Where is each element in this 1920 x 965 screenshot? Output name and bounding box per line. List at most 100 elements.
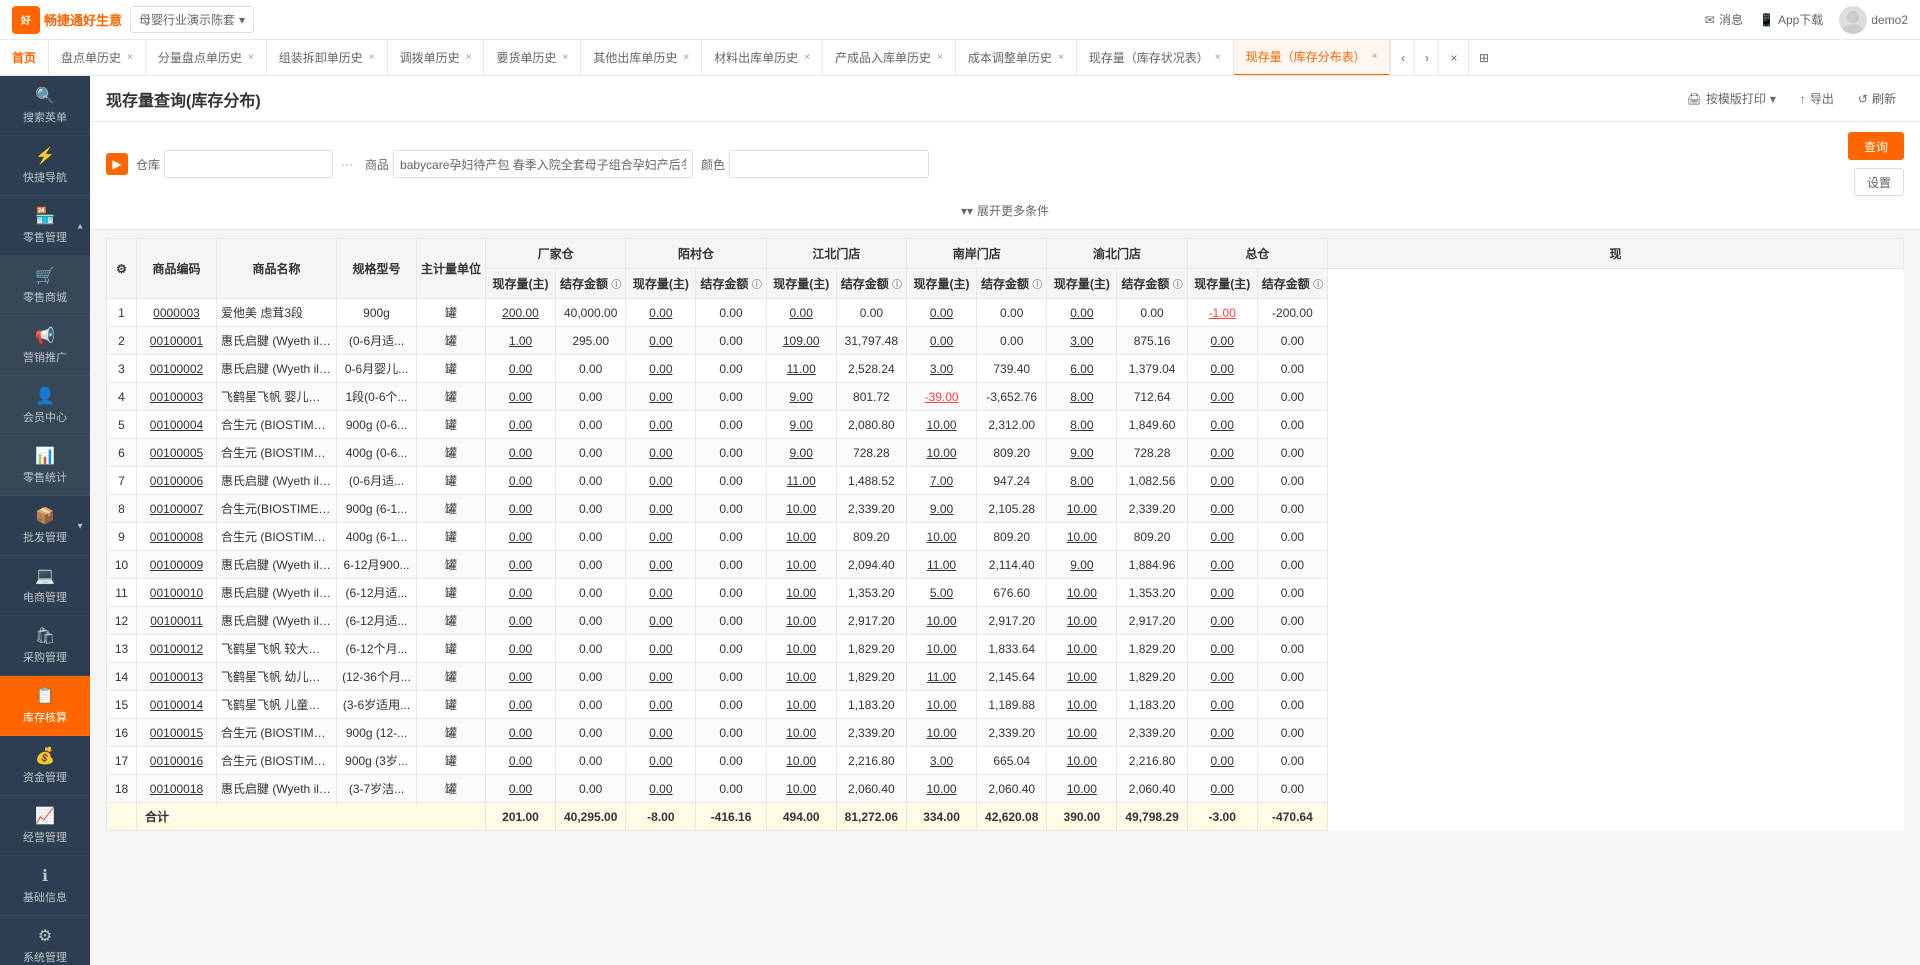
qty-link[interactable]: 10.00 [1067,726,1097,740]
close-icon[interactable]: × [562,52,568,63]
qty-link[interactable]: 3.00 [930,754,953,768]
sidebar-item-marketing[interactable]: 📢 营销推广 [0,316,90,376]
qty-link[interactable]: 10.00 [786,558,816,572]
sidebar-item-member[interactable]: 👤 会员中心 [0,376,90,436]
code-link[interactable]: 00100013 [150,670,203,684]
qty-link[interactable]: 0.00 [509,754,532,768]
qty-link[interactable]: 0.00 [509,726,532,740]
qty-link[interactable]: 0.00 [509,474,532,488]
warehouse-input[interactable] [164,150,333,178]
qty-link[interactable]: 0.00 [649,474,672,488]
expand-more-button[interactable]: ▾▾ 展开更多条件 [106,202,1904,219]
qty-link[interactable]: 0.00 [649,446,672,460]
qty-link[interactable]: 200.00 [502,306,539,320]
code-link[interactable]: 00100005 [150,446,203,460]
user-area[interactable]: demo2 [1839,6,1908,34]
qty-link[interactable]: 8.00 [1070,418,1093,432]
qty-link[interactable]: 10.00 [927,642,957,656]
close-icon[interactable]: × [1058,52,1064,63]
qty-link[interactable]: 5.00 [930,586,953,600]
tab-yhls[interactable]: 要货单历史 × [484,40,581,76]
tab-flpdls[interactable]: 分量盘点单历史 × [146,40,267,76]
close-icon[interactable]: × [127,52,133,63]
qty-link[interactable]: 0.00 [649,362,672,376]
sidebar-item-ops[interactable]: 📈 经营管理 [0,796,90,856]
qty-link[interactable]: 0.00 [509,362,532,376]
qty-link[interactable]: 0.00 [649,390,672,404]
qty-link[interactable]: 9.00 [1070,558,1093,572]
code-link[interactable]: 00100008 [150,530,203,544]
qty-link[interactable]: 0.00 [649,670,672,684]
qty-link[interactable]: 0.00 [1211,586,1234,600]
qty-link[interactable]: 0.00 [1211,390,1234,404]
nav-expand[interactable]: ⊞ [1468,40,1498,76]
qty-link[interactable]: 0.00 [649,306,672,320]
qty-link[interactable]: 9.00 [790,418,813,432]
sidebar-item-system[interactable]: ⚙ 系统管理 [0,916,90,965]
tab-tbls[interactable]: 调拨单历史 × [388,40,485,76]
qty-link[interactable]: 0.00 [930,334,953,348]
close-icon[interactable]: × [466,52,472,63]
print-button[interactable]: 🖨 按模版打印 ▾ [1679,86,1784,111]
qty-link[interactable]: 0.00 [1211,782,1234,796]
qty-link[interactable]: 0.00 [649,418,672,432]
qty-link[interactable]: 10.00 [927,698,957,712]
qty-link[interactable]: 10.00 [786,782,816,796]
code-link[interactable]: 00100004 [150,418,203,432]
code-link[interactable]: 00100010 [150,586,203,600]
product-input[interactable] [393,150,693,178]
qty-link[interactable]: 0.00 [1211,698,1234,712]
warehouse-dots[interactable]: ··· [337,157,357,171]
query-button[interactable]: 查询 [1848,132,1904,160]
qty-link[interactable]: 10.00 [1067,698,1097,712]
qty-link[interactable]: 0.00 [649,334,672,348]
qty-link[interactable]: 10.00 [786,502,816,516]
sidebar-item-search[interactable]: 🔍 搜索英单 [0,76,90,136]
code-link[interactable]: 00100006 [150,474,203,488]
qty-link[interactable]: 10.00 [786,698,816,712]
qty-link[interactable]: 0.00 [509,446,532,460]
code-link[interactable]: 0000003 [153,306,200,320]
qty-link[interactable]: 0.00 [790,306,813,320]
qty-link[interactable]: 0.00 [1211,362,1234,376]
tab-xclkc[interactable]: 现存量（库存状况表） × [1077,40,1234,76]
qty-link[interactable]: 9.00 [790,446,813,460]
code-link[interactable]: 00100014 [150,698,203,712]
qty-link[interactable]: 0.00 [1211,558,1234,572]
qty-link[interactable]: 10.00 [786,586,816,600]
setting-button[interactable]: 设置 [1854,168,1904,196]
qty-link[interactable]: 0.00 [649,530,672,544]
nav-next-arrow[interactable]: › [1414,40,1438,76]
qty-link[interactable]: 6.00 [1070,362,1093,376]
qty-link[interactable]: 0.00 [1211,530,1234,544]
qty-link[interactable]: 9.00 [1070,446,1093,460]
export-button[interactable]: ↑ 导出 [1792,86,1842,111]
qty-link[interactable]: 8.00 [1070,474,1093,488]
qty-link[interactable]: 0.00 [649,754,672,768]
qty-link[interactable]: 0.00 [649,642,672,656]
qty-link[interactable]: 1.00 [509,334,532,348]
qty-link[interactable]: 10.00 [1067,502,1097,516]
filter-expand-button[interactable]: ▶ [106,153,128,175]
qty-link[interactable]: 10.00 [786,726,816,740]
qty-link[interactable]: 10.00 [786,530,816,544]
close-icon[interactable]: × [369,52,375,63]
qty-link[interactable]: 10.00 [786,642,816,656]
tab-pdls[interactable]: 盘点单历史 × [49,40,146,76]
sidebar-item-base[interactable]: ℹ 基础信息 [0,856,90,916]
sidebar-item-finance[interactable]: 💰 资金管理 [0,736,90,796]
qty-link[interactable]: 10.00 [1067,670,1097,684]
sidebar-item-retail-stat[interactable]: 📊 零售统计 [0,436,90,496]
close-icon[interactable]: × [248,52,254,63]
qty-link[interactable]: 11.00 [927,558,956,572]
code-link[interactable]: 00100012 [150,642,203,656]
qty-link[interactable]: 0.00 [509,418,532,432]
qty-link[interactable]: 0.00 [649,502,672,516]
message-action[interactable]: ✉ 消息 [1705,11,1743,28]
code-link[interactable]: 00100018 [150,782,203,796]
qty-link[interactable]: 7.00 [930,474,953,488]
qty-link[interactable]: 0.00 [509,782,532,796]
tab-home[interactable]: 首页 [0,40,49,76]
close-icon[interactable]: × [937,52,943,63]
qty-link[interactable]: 0.00 [1211,670,1234,684]
